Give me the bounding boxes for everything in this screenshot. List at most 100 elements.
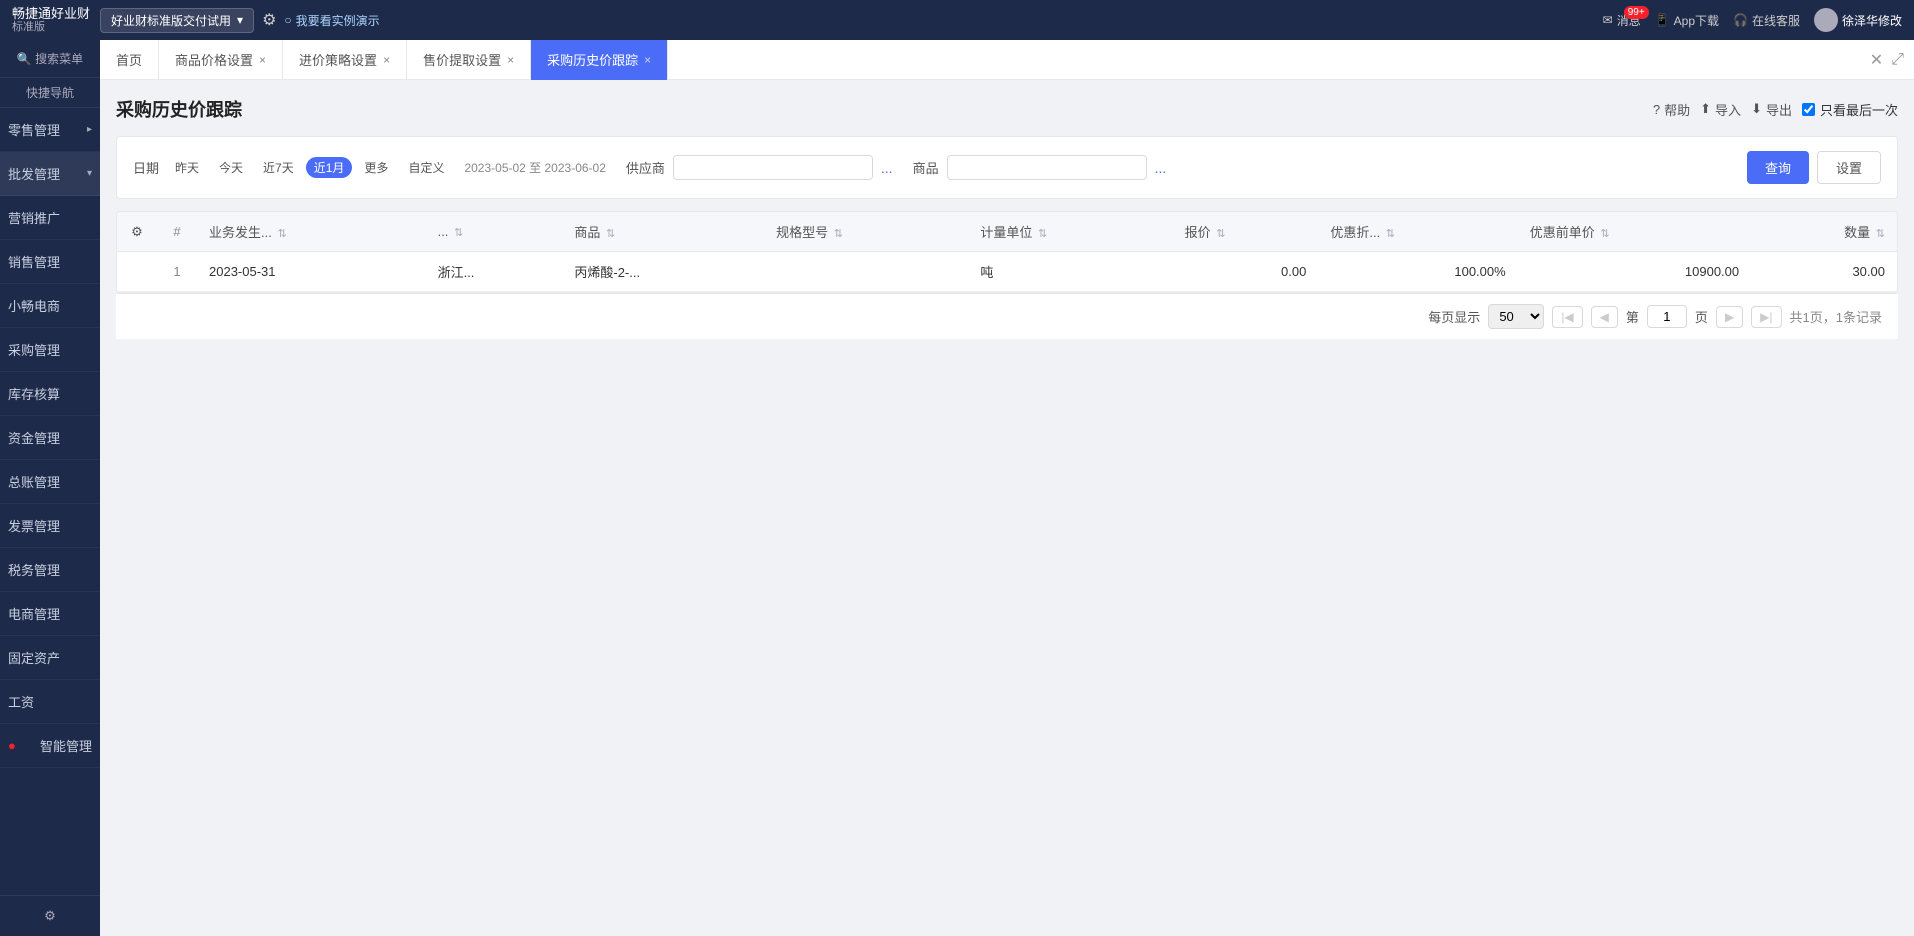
sidebar-settings-gear[interactable]: ⚙ bbox=[0, 895, 100, 936]
tab-actions: ✕ ⤢ bbox=[1860, 50, 1914, 70]
tab-close-price[interactable]: × bbox=[259, 53, 266, 67]
cell-price: 0.00 bbox=[1173, 252, 1319, 292]
first-page-btn[interactable]: |◀ bbox=[1552, 306, 1582, 328]
headset-icon: 🎧 bbox=[1733, 13, 1748, 27]
th-product[interactable]: 商品 ⇅ bbox=[562, 212, 764, 252]
supplier-more-btn[interactable]: ... bbox=[881, 160, 893, 176]
th-spec[interactable]: 规格型号 ⇅ bbox=[764, 212, 968, 252]
filter-area: 日期 昨天 今天 近7天 近1月 更多 自定义 2023-05-02 至 202… bbox=[116, 136, 1898, 199]
sidebar-item-retail[interactable]: 零售管理 ▸ bbox=[0, 108, 100, 152]
product-input[interactable] bbox=[947, 155, 1147, 180]
tab-expand-btn[interactable]: ⤢ bbox=[1891, 51, 1904, 69]
sidebar-search[interactable]: 🔍 搜索菜单 bbox=[0, 40, 100, 78]
query-button[interactable]: 查询 bbox=[1747, 151, 1809, 184]
sidebar-item-payroll[interactable]: 工资 bbox=[0, 680, 100, 724]
last-page-btn[interactable]: ▶| bbox=[1751, 306, 1781, 328]
avatar-icon bbox=[1814, 8, 1838, 32]
date-btn-more[interactable]: 更多 bbox=[356, 157, 396, 178]
sidebar-item-inventory[interactable]: 库存核算 bbox=[0, 372, 100, 416]
sidebar-item-ecom-small[interactable]: 小畅电商 bbox=[0, 284, 100, 328]
sidebar-quick-nav[interactable]: 快捷导航 bbox=[0, 78, 100, 108]
page-header-actions: ? 帮助 ⬆ 导入 ⬇ 导出 只看最后一次 bbox=[1653, 100, 1898, 119]
messages-btn[interactable]: ✉ 消息 99+ bbox=[1603, 12, 1641, 29]
th-prediscount-price[interactable]: 优惠前单价 ⇅ bbox=[1518, 212, 1751, 252]
page-input[interactable] bbox=[1647, 305, 1687, 328]
sidebar-item-ai[interactable]: ● 智能管理 bbox=[0, 724, 100, 768]
sidebar-item-ledger[interactable]: 总账管理 bbox=[0, 460, 100, 504]
app-download-btn[interactable]: 📱 App下载 bbox=[1655, 12, 1719, 29]
date-btn-today[interactable]: 今天 bbox=[211, 157, 251, 178]
date-btn-1month[interactable]: 近1月 bbox=[306, 157, 353, 178]
next-page-btn[interactable]: ▶ bbox=[1716, 306, 1743, 328]
filter-row: 日期 昨天 今天 近7天 近1月 更多 自定义 2023-05-02 至 202… bbox=[133, 151, 1881, 184]
th-discount[interactable]: 优惠折... ⇅ bbox=[1318, 212, 1517, 252]
version-selector[interactable]: 好业财标准版交付试用 ▾ bbox=[100, 8, 254, 33]
total-info: 共1页，1条记录 bbox=[1790, 307, 1882, 326]
cell-prediscount-price: 10900.00 bbox=[1518, 252, 1751, 292]
table-body: 1 2023-05-31 浙江... 丙烯酸-2-... 吨 0.00 100.… bbox=[117, 252, 1897, 292]
th-unit[interactable]: 计量单位 ⇅ bbox=[968, 212, 1172, 252]
tab-history-price[interactable]: 采购历史价跟踪 × bbox=[531, 40, 668, 80]
sidebar: 🔍 搜索菜单 快捷导航 零售管理 ▸ 批发管理 ▾ 营销推广 销售管理 小畅电商… bbox=[0, 40, 100, 936]
sidebar-item-ecom[interactable]: 电商管理 bbox=[0, 592, 100, 636]
th-quantity[interactable]: 数量 ⇅ bbox=[1751, 212, 1897, 252]
settings-icon[interactable]: ⚙ bbox=[262, 10, 276, 30]
only-last-checkbox[interactable] bbox=[1802, 103, 1815, 116]
question-icon: ? bbox=[1653, 102, 1660, 117]
dot-icon: ● bbox=[8, 738, 16, 753]
top-bar-middle: 好业财标准版交付试用 ▾ ⚙ ○ 我要看实例演示 bbox=[100, 8, 380, 33]
sidebar-item-finance[interactable]: 资金管理 bbox=[0, 416, 100, 460]
pagination-bar: 每页显示 10 20 50 100 |◀ ◀ 第 页 ▶ ▶| 共1页，1条记录 bbox=[116, 293, 1898, 339]
date-btn-yesterday[interactable]: 昨天 bbox=[167, 157, 207, 178]
cell-num: 1 bbox=[157, 252, 197, 292]
per-page-select[interactable]: 10 20 50 100 bbox=[1488, 304, 1544, 329]
message-icon: ✉ bbox=[1603, 13, 1613, 27]
supplier-input[interactable] bbox=[673, 155, 873, 180]
content-area: 首页 商品价格设置 × 进价策略设置 × 售价提取设置 × 采购历史价跟踪 × … bbox=[100, 40, 1914, 936]
page-suffix: 页 bbox=[1695, 307, 1708, 326]
th-price[interactable]: 报价 ⇅ bbox=[1173, 212, 1319, 252]
tab-close-strategy[interactable]: × bbox=[383, 53, 390, 67]
page-header: 采购历史价跟踪 ? 帮助 ⬆ 导入 ⬇ 导出 bbox=[116, 96, 1898, 122]
gear-icon: ⚙ bbox=[44, 908, 56, 923]
cell-date: 2023-05-31 bbox=[197, 252, 426, 292]
product-more-btn[interactable]: ... bbox=[1155, 160, 1167, 176]
tab-purchase-strategy[interactable]: 进价策略设置 × bbox=[283, 40, 407, 80]
main-layout: 🔍 搜索菜单 快捷导航 零售管理 ▸ 批发管理 ▾ 营销推广 销售管理 小畅电商… bbox=[0, 40, 1914, 936]
import-btn[interactable]: ⬆ 导入 bbox=[1700, 100, 1741, 119]
sidebar-item-marketing[interactable]: 营销推广 bbox=[0, 196, 100, 240]
tab-close-history[interactable]: × bbox=[644, 53, 651, 67]
sidebar-item-tax[interactable]: 税务管理 bbox=[0, 548, 100, 592]
filter-supplier: 供应商 ... bbox=[626, 155, 893, 180]
chevron-down-icon: ▾ bbox=[87, 168, 92, 179]
filter-date: 日期 昨天 今天 近7天 近1月 更多 自定义 2023-05-02 至 202… bbox=[133, 157, 606, 178]
filter-actions: 查询 设置 bbox=[1747, 151, 1881, 184]
settings-button[interactable]: 设置 bbox=[1817, 151, 1881, 184]
date-btn-custom[interactable]: 自定义 bbox=[400, 157, 452, 178]
sidebar-item-invoice[interactable]: 发票管理 bbox=[0, 504, 100, 548]
export-btn[interactable]: ⬇ 导出 bbox=[1751, 100, 1792, 119]
date-range-display: 2023-05-02 至 2023-06-02 bbox=[464, 159, 605, 176]
sidebar-item-purchase[interactable]: 采购管理 bbox=[0, 328, 100, 372]
tab-home[interactable]: 首页 bbox=[100, 40, 159, 80]
date-btn-7days[interactable]: 近7天 bbox=[255, 157, 302, 178]
sidebar-item-sales[interactable]: 销售管理 bbox=[0, 240, 100, 284]
prev-page-btn[interactable]: ◀ bbox=[1591, 306, 1618, 328]
online-service-btn[interactable]: 🎧 在线客服 bbox=[1733, 12, 1800, 29]
demo-icon: ○ bbox=[284, 13, 291, 27]
tab-close-extract[interactable]: × bbox=[507, 53, 514, 67]
cell-extra: 浙江... bbox=[426, 252, 563, 292]
th-gear[interactable]: ⚙ bbox=[117, 212, 157, 252]
sidebar-item-assets[interactable]: 固定资产 bbox=[0, 636, 100, 680]
demo-link[interactable]: ○ 我要看实例演示 bbox=[284, 12, 379, 29]
th-extra[interactable]: ... ⇅ bbox=[426, 212, 563, 252]
help-btn[interactable]: ? 帮助 bbox=[1653, 100, 1690, 119]
th-date[interactable]: 业务发生... ⇅ bbox=[197, 212, 426, 252]
table-header-row: ⚙ # 业务发生... ⇅ ... ⇅ 商品 ⇅ 规格型号 ⇅ 计量单位 ⇅ 报… bbox=[117, 212, 1897, 252]
user-avatar[interactable]: 徐泽华修改 bbox=[1814, 8, 1902, 32]
messages-badge: 99+ bbox=[1624, 6, 1649, 19]
tab-close-window-btn[interactable]: ✕ bbox=[1870, 50, 1883, 70]
tab-price-settings[interactable]: 商品价格设置 × bbox=[159, 40, 283, 80]
sidebar-item-wholesale[interactable]: 批发管理 ▾ bbox=[0, 152, 100, 196]
tab-sale-extract[interactable]: 售价提取设置 × bbox=[407, 40, 531, 80]
